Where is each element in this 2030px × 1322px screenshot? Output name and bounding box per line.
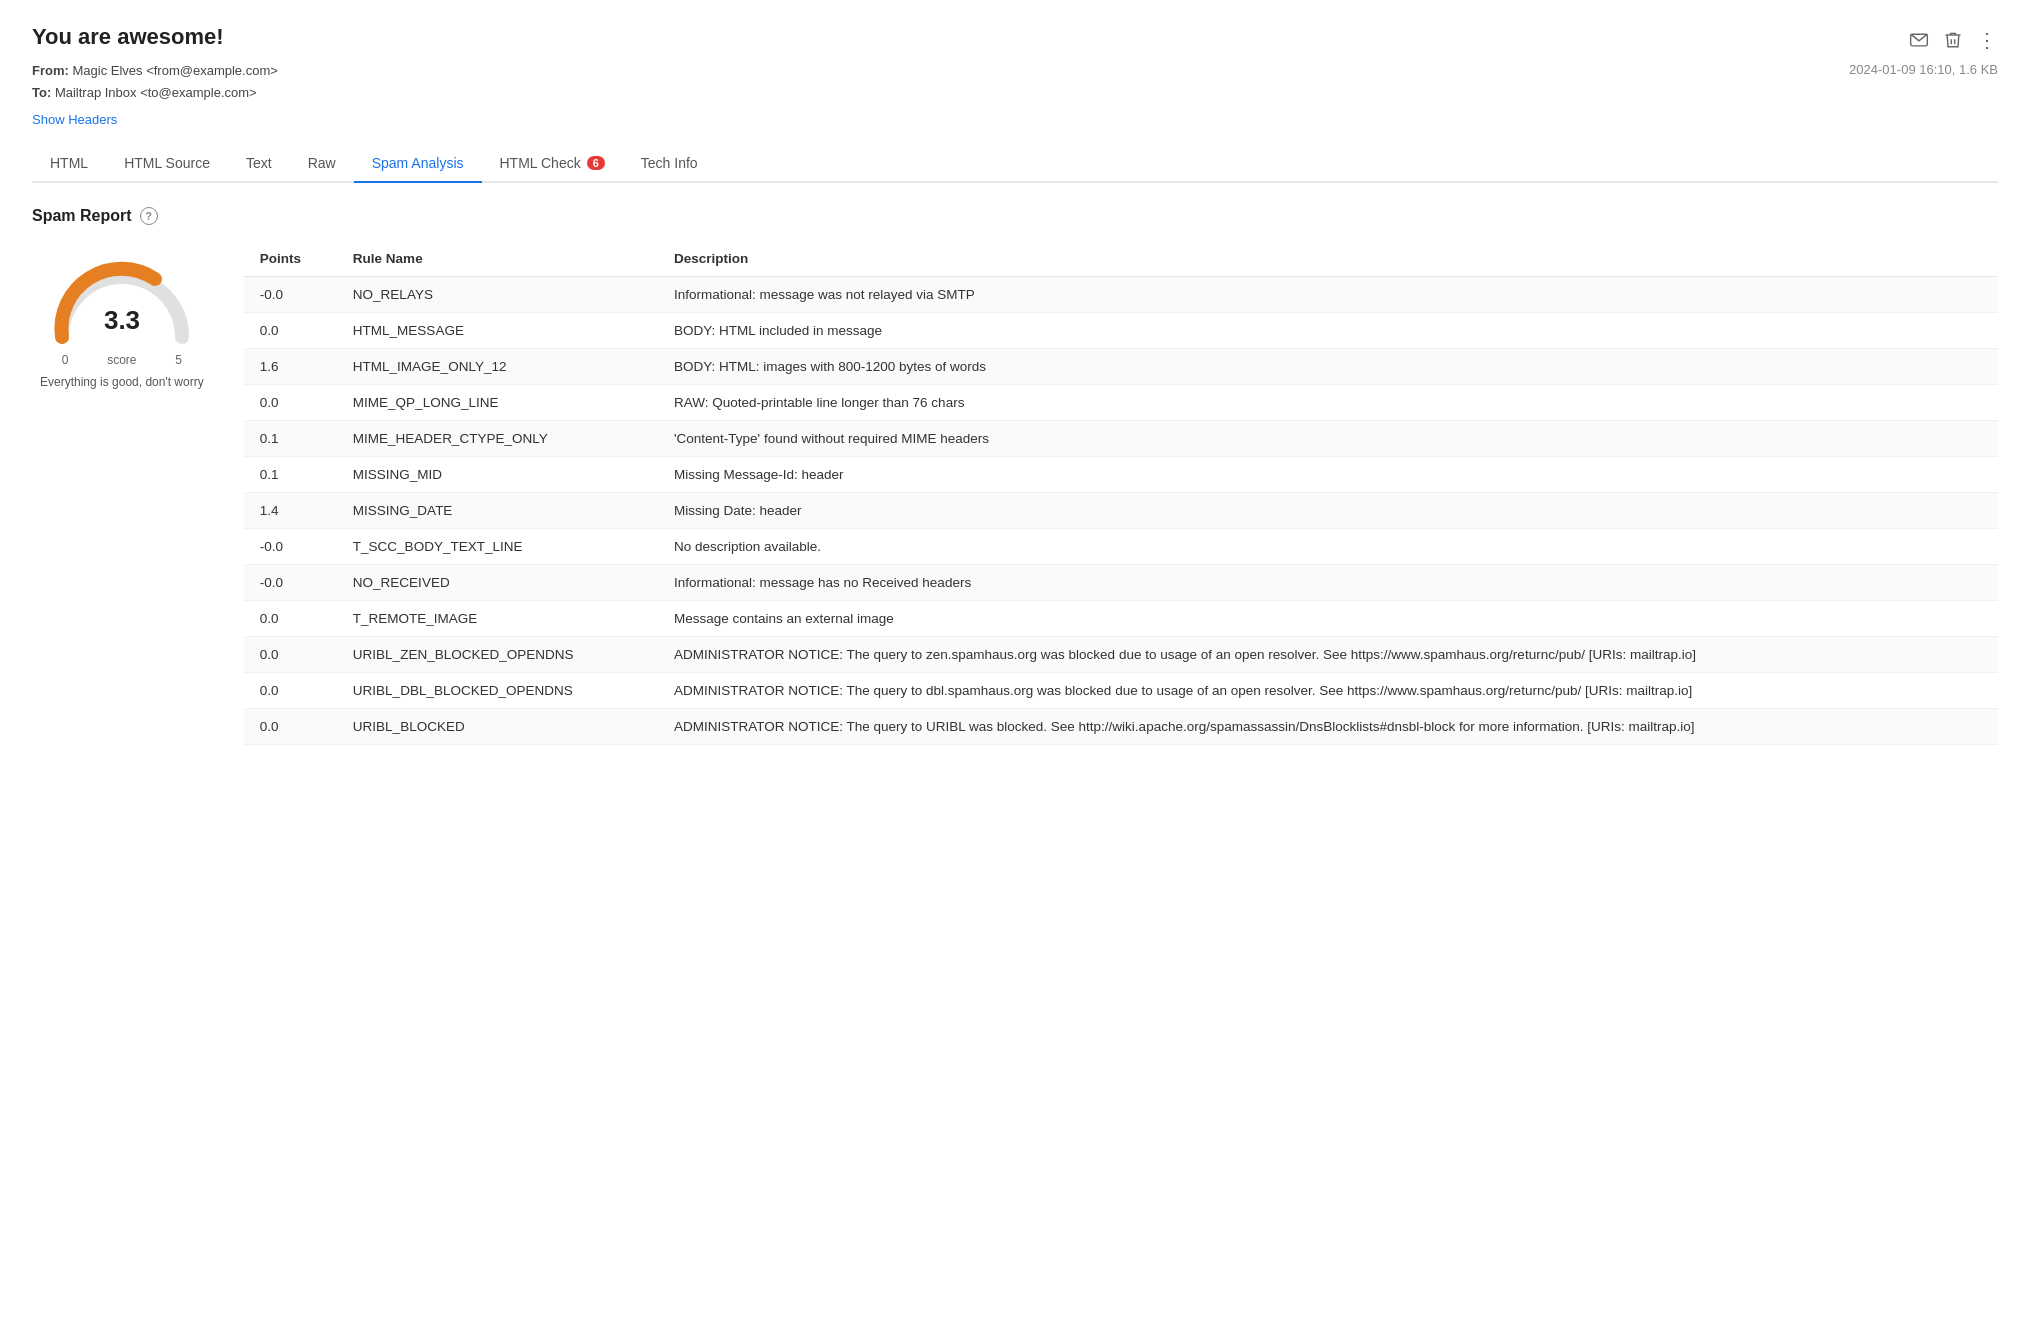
gauge-min: 0 — [62, 353, 69, 367]
email-date-size: 2024-01-09 16:10, 1.6 KB — [1849, 62, 1998, 77]
cell-rule: T_REMOTE_IMAGE — [337, 601, 658, 637]
tab-raw[interactable]: Raw — [290, 145, 354, 183]
from-label: From: — [32, 63, 69, 78]
tab-html[interactable]: HTML — [32, 145, 106, 183]
cell-description: No description available. — [658, 529, 1998, 565]
tab-bar: HTMLHTML SourceTextRawSpam AnalysisHTML … — [32, 145, 1998, 183]
compose-icon[interactable] — [1909, 30, 1929, 50]
col-desc: Description — [658, 241, 1998, 277]
table-row: 0.0MIME_QP_LONG_LINERAW: Quoted-printabl… — [244, 385, 1998, 421]
cell-description: Informational: message was not relayed v… — [658, 277, 1998, 313]
cell-points: 0.0 — [244, 637, 337, 673]
cell-rule: URIBL_DBL_BLOCKED_OPENDNS — [337, 673, 658, 709]
cell-description: 'Content-Type' found without required MI… — [658, 421, 1998, 457]
cell-points: 0.0 — [244, 601, 337, 637]
col-rule: Rule Name — [337, 241, 658, 277]
table-row: 1.4MISSING_DATEMissing Date: header — [244, 493, 1998, 529]
cell-points: 0.1 — [244, 421, 337, 457]
table-row: 0.1MIME_HEADER_CTYPE_ONLY'Content-Type' … — [244, 421, 1998, 457]
email-title: You are awesome! — [32, 24, 278, 50]
table-row: 0.1MISSING_MIDMissing Message-Id: header — [244, 457, 1998, 493]
spam-report-title: Spam Report — [32, 207, 132, 225]
show-headers-link[interactable]: Show Headers — [32, 112, 117, 127]
cell-rule: MIME_QP_LONG_LINE — [337, 385, 658, 421]
col-points: Points — [244, 241, 337, 277]
tab-html-check[interactable]: HTML Check6 — [482, 145, 623, 183]
gauge-scale: 0 score 5 — [62, 353, 182, 367]
cell-description: ADMINISTRATOR NOTICE: The query to zen.s… — [658, 637, 1998, 673]
to-label: To: — [32, 85, 51, 100]
cell-description: Missing Message-Id: header — [658, 457, 1998, 493]
tab-html-source[interactable]: HTML Source — [106, 145, 228, 183]
table-row: 0.0T_REMOTE_IMAGEMessage contains an ext… — [244, 601, 1998, 637]
help-icon[interactable]: ? — [140, 207, 158, 225]
cell-description: Message contains an external image — [658, 601, 1998, 637]
cell-rule: HTML_IMAGE_ONLY_12 — [337, 349, 658, 385]
gauge-score-label: score — [107, 353, 136, 367]
cell-points: 0.0 — [244, 673, 337, 709]
content-area: 3.3 0 score 5 Everything is good, don't … — [32, 241, 1998, 745]
tab-badge-html-check: 6 — [587, 156, 605, 170]
more-options-icon[interactable]: ⋮ — [1977, 28, 1998, 52]
spam-table: Points Rule Name Description -0.0NO_RELA… — [244, 241, 1998, 745]
cell-description: BODY: HTML: images with 800-1200 bytes o… — [658, 349, 1998, 385]
cell-rule: HTML_MESSAGE — [337, 313, 658, 349]
gauge-chart: 3.3 — [47, 257, 197, 347]
cell-description: BODY: HTML included in message — [658, 313, 1998, 349]
gauge-max: 5 — [175, 353, 182, 367]
table-row: 0.0URIBL_ZEN_BLOCKED_OPENDNSADMINISTRATO… — [244, 637, 1998, 673]
cell-points: 1.6 — [244, 349, 337, 385]
cell-rule: URIBL_ZEN_BLOCKED_OPENDNS — [337, 637, 658, 673]
cell-description: Informational: message has no Received h… — [658, 565, 1998, 601]
cell-points: -0.0 — [244, 529, 337, 565]
table-row: 0.0URIBL_BLOCKEDADMINISTRATOR NOTICE: Th… — [244, 709, 1998, 745]
cell-rule: MISSING_DATE — [337, 493, 658, 529]
cell-points: 0.1 — [244, 457, 337, 493]
tab-text[interactable]: Text — [228, 145, 290, 183]
tab-spam-analysis[interactable]: Spam Analysis — [354, 145, 482, 183]
cell-rule: MIME_HEADER_CTYPE_ONLY — [337, 421, 658, 457]
gauge-container: 3.3 0 score 5 Everything is good, don't … — [32, 241, 212, 407]
cell-description: RAW: Quoted-printable line longer than 7… — [658, 385, 1998, 421]
from-value: Magic Elves <from@example.com> — [72, 63, 277, 78]
delete-icon[interactable] — [1943, 30, 1963, 50]
table-row: -0.0NO_RELAYSInformational: message was … — [244, 277, 1998, 313]
table-row: -0.0T_SCC_BODY_TEXT_LINENo description a… — [244, 529, 1998, 565]
cell-points: 0.0 — [244, 385, 337, 421]
cell-points: 0.0 — [244, 313, 337, 349]
cell-rule: NO_RECEIVED — [337, 565, 658, 601]
cell-rule: T_SCC_BODY_TEXT_LINE — [337, 529, 658, 565]
cell-points: -0.0 — [244, 565, 337, 601]
cell-description: ADMINISTRATOR NOTICE: The query to URIBL… — [658, 709, 1998, 745]
to-value: Mailtrap Inbox <to@example.com> — [55, 85, 257, 100]
table-row: 1.6HTML_IMAGE_ONLY_12BODY: HTML: images … — [244, 349, 1998, 385]
cell-description: Missing Date: header — [658, 493, 1998, 529]
cell-points: 0.0 — [244, 709, 337, 745]
cell-rule: NO_RELAYS — [337, 277, 658, 313]
cell-rule: URIBL_BLOCKED — [337, 709, 658, 745]
cell-points: 1.4 — [244, 493, 337, 529]
cell-points: -0.0 — [244, 277, 337, 313]
table-row: 0.0URIBL_DBL_BLOCKED_OPENDNSADMINISTRATO… — [244, 673, 1998, 709]
table-row: 0.0HTML_MESSAGEBODY: HTML included in me… — [244, 313, 1998, 349]
cell-description: ADMINISTRATOR NOTICE: The query to dbl.s… — [658, 673, 1998, 709]
table-row: -0.0NO_RECEIVEDInformational: message ha… — [244, 565, 1998, 601]
svg-text:3.3: 3.3 — [104, 305, 140, 335]
gauge-description: Everything is good, don't worry — [40, 373, 204, 391]
tab-tech-info[interactable]: Tech Info — [623, 145, 716, 183]
cell-rule: MISSING_MID — [337, 457, 658, 493]
